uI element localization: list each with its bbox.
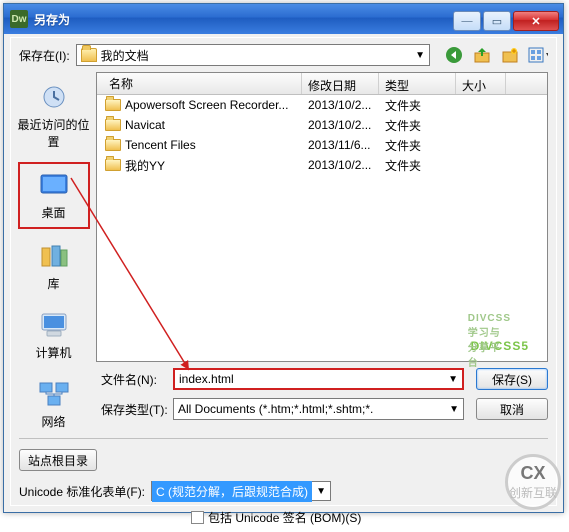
filetype-label: 保存类型(T): xyxy=(101,401,173,418)
table-row[interactable]: Navicat2013/10/2...文件夹 xyxy=(97,115,547,135)
app-icon: Dw xyxy=(10,10,28,28)
list-header[interactable]: 名称 修改日期 类型 大小 xyxy=(97,73,547,95)
unicode-combo[interactable]: C (规范分解，后跟规范合成) ▼ xyxy=(151,481,331,501)
col-date[interactable]: 修改日期 xyxy=(302,73,379,94)
network-icon xyxy=(36,379,72,409)
save-button[interactable]: 保存(S) xyxy=(476,368,548,390)
folder-icon xyxy=(81,48,97,62)
place-libraries[interactable]: 库 xyxy=(18,235,90,298)
col-type[interactable]: 类型 xyxy=(379,73,456,94)
place-desktop[interactable]: 桌面 xyxy=(18,162,90,229)
site-root-button[interactable]: 站点根目录 xyxy=(19,449,97,471)
back-icon[interactable] xyxy=(444,45,464,65)
col-name[interactable]: 名称 xyxy=(97,73,302,94)
unicode-label: Unicode 标准化表单(F): xyxy=(19,483,145,500)
save-in-combo[interactable]: 我的文档 ▼ xyxy=(76,44,430,66)
chevron-down-icon: ▼ xyxy=(415,50,425,61)
filename-input[interactable]: index.html ▼ xyxy=(173,368,464,390)
save-in-label: 保存在(I): xyxy=(19,47,70,64)
maximize-button[interactable]: ▭ xyxy=(483,11,511,31)
computer-icon xyxy=(36,310,72,340)
place-label: 网络 xyxy=(41,413,65,430)
table-row[interactable]: 我的YY2013/10/2...文件夹 xyxy=(97,155,547,175)
cancel-button[interactable]: 取消 xyxy=(476,398,548,420)
recent-icon xyxy=(36,82,72,112)
place-label: 库 xyxy=(47,275,59,292)
chevron-down-icon: ▼ xyxy=(448,374,458,385)
place-computer[interactable]: 计算机 xyxy=(18,304,90,367)
desktop-icon xyxy=(36,170,72,200)
window-title: 另存为 xyxy=(34,11,453,28)
titlebar[interactable]: Dw 另存为 — ▭ ✕ xyxy=(4,4,563,34)
table-row[interactable]: Apowersoft Screen Recorder...2013/10/2..… xyxy=(97,95,547,115)
places-bar: 最近访问的位置 桌面 库 计算机 网络 xyxy=(11,72,96,362)
filename-label: 文件名(N): xyxy=(101,371,173,388)
folder-icon xyxy=(105,159,121,171)
place-label: 最近访问的位置 xyxy=(18,116,90,150)
place-network[interactable]: 网络 xyxy=(18,373,90,436)
folder-icon xyxy=(105,139,121,151)
place-recent[interactable]: 最近访问的位置 xyxy=(18,76,90,156)
close-button[interactable]: ✕ xyxy=(513,11,559,31)
save-as-dialog: Dw 另存为 — ▭ ✕ 保存在(I): 我的文档 ▼ xyxy=(3,3,564,513)
view-menu-icon[interactable] xyxy=(528,45,548,65)
chevron-down-icon: ▼ xyxy=(449,404,459,415)
save-in-value: 我的文档 xyxy=(101,47,149,64)
minimize-button[interactable]: — xyxy=(453,11,481,31)
place-label: 计算机 xyxy=(35,344,71,361)
up-one-level-icon[interactable] xyxy=(472,45,492,65)
table-row[interactable]: Tencent Files2013/11/6...文件夹 xyxy=(97,135,547,155)
file-list[interactable]: 名称 修改日期 类型 大小 Apowersoft Screen Recorder… xyxy=(96,72,548,362)
place-label: 桌面 xyxy=(41,204,65,221)
folder-icon xyxy=(105,99,121,111)
libraries-icon xyxy=(36,241,72,271)
filetype-combo[interactable]: All Documents (*.htm;*.html;*.shtm;*. ▼ xyxy=(173,398,464,420)
col-size[interactable]: 大小 xyxy=(456,73,506,94)
chevron-down-icon: ▼ xyxy=(312,486,330,497)
folder-icon xyxy=(105,119,121,131)
new-folder-icon[interactable] xyxy=(500,45,520,65)
